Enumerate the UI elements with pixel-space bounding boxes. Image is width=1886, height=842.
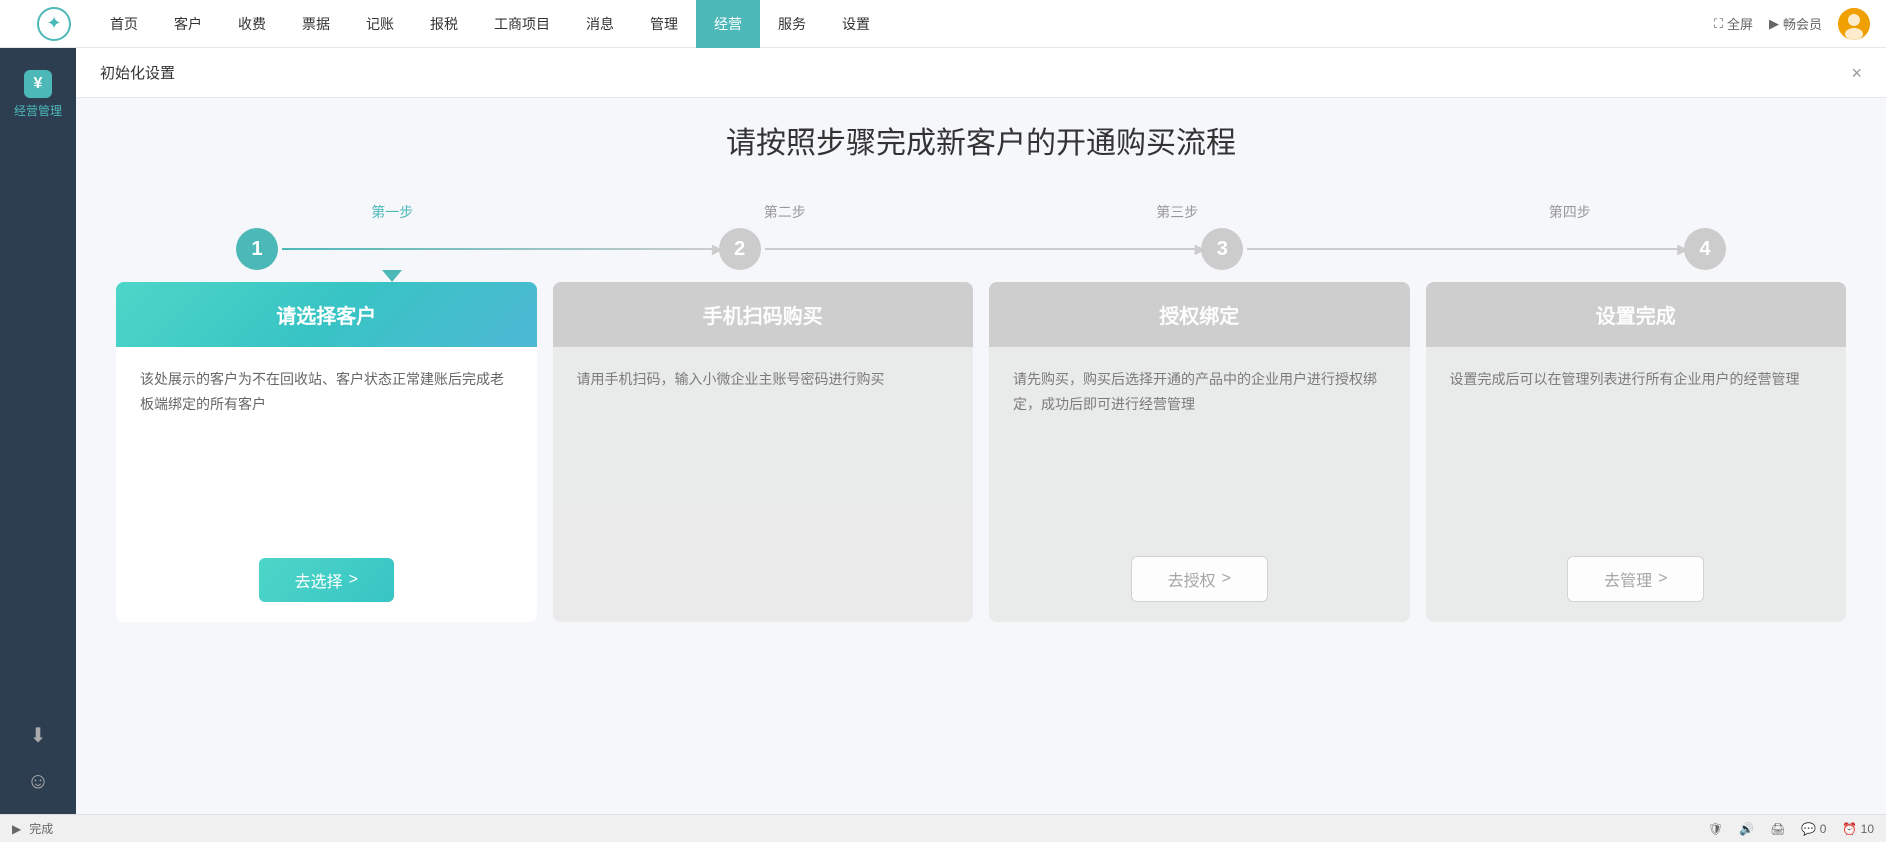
print-icon: 🖨 — [1770, 822, 1785, 836]
member-button[interactable]: ▶ 畅会员 — [1769, 14, 1822, 33]
sidebar-item-operation[interactable]: ¥ 经营管理 — [0, 58, 76, 131]
arrow-icon: > — [349, 571, 358, 589]
nav-item-fee[interactable]: 收费 — [220, 0, 284, 48]
member-label: 畅会员 — [1783, 14, 1822, 33]
nav-item-tax[interactable]: 报税 — [412, 0, 476, 48]
status-right: 🛡 🔊 🖨 💬 0 ⏰ 10 — [1708, 822, 1874, 836]
download-icon: ⬇ — [30, 723, 47, 748]
nav-item-client[interactable]: 客户 — [156, 0, 220, 48]
card1-header: 请选择客户 — [116, 282, 537, 347]
nav-item-manage[interactable]: 管理 — [632, 0, 696, 48]
step1-triangle — [382, 270, 402, 282]
card1-body: 该处展示的客户为不在回收站、客户状态正常建账后完成老板端绑定的所有客户 — [116, 347, 537, 538]
cards-row: 请选择客户 该处展示的客户为不在回收站、客户状态正常建账后完成老板端绑定的所有客… — [116, 282, 1846, 622]
fullscreen-label: 全屏 — [1727, 14, 1753, 33]
nav-item-account[interactable]: 记账 — [348, 0, 412, 48]
message-count: 💬 0 — [1801, 822, 1826, 836]
step3-circle: 3 — [1201, 228, 1243, 270]
sidebar-download-button[interactable]: ⬇ — [0, 713, 76, 758]
card3-header: 授权绑定 — [989, 282, 1410, 347]
nav-item-settings[interactable]: 设置 — [824, 0, 888, 48]
step2-circle: 2 — [719, 228, 761, 270]
step4-circle: 4 — [1684, 228, 1726, 270]
logo: ✦ — [16, 7, 92, 41]
nav-item-message[interactable]: 消息 — [568, 0, 632, 48]
sidebar-support-button[interactable]: ☺ — [0, 758, 76, 804]
main-heading: 请按照步骤完成新客户的开通购买流程 — [116, 118, 1846, 162]
step4-label: 第四步 — [1549, 204, 1591, 220]
nav-item-bill[interactable]: 票据 — [284, 0, 348, 48]
avatar[interactable] — [1838, 8, 1870, 40]
play-button[interactable]: ▶ — [12, 822, 21, 836]
sidebar: ¥ 经营管理 ⬇ ☺ — [0, 48, 76, 814]
status-text: 完成 — [29, 820, 53, 837]
goto-select-button[interactable]: 去选择 > — [259, 558, 394, 602]
nav-right: ⛶ 全屏 ▶ 畅会员 — [1714, 8, 1870, 40]
main-content: 初始化设置 × 请按照步骤完成新客户的开通购买流程 第一步 第二步 第三步 第四… — [76, 48, 1886, 814]
step1-circle: 1 — [236, 228, 278, 270]
card2-footer — [553, 582, 974, 622]
content-area: 请按照步骤完成新客户的开通购买流程 第一步 第二步 第三步 第四步 — [76, 98, 1886, 642]
logo-icon: ✦ — [37, 7, 71, 41]
volume-icon: 🔊 — [1739, 822, 1754, 836]
nav-item-service[interactable]: 服务 — [760, 0, 824, 48]
card2-body: 请用手机扫码，输入小微企业主账号密码进行购买 — [553, 347, 974, 582]
card4-footer: 去管理 > — [1426, 536, 1847, 622]
card-step1: 请选择客户 该处展示的客户为不在回收站、客户状态正常建账后完成老板端绑定的所有客… — [116, 282, 537, 622]
video-icon: ▶ — [1769, 16, 1779, 32]
time-display: ⏰ 10 — [1842, 822, 1874, 836]
shield-icon: 🛡 — [1708, 822, 1723, 836]
fullscreen-icon: ⛶ — [1714, 16, 1723, 32]
arrow-icon-3: > — [1222, 570, 1231, 588]
card-step4: 设置完成 设置完成后可以在管理列表进行所有企业用户的经营管理 去管理 > — [1426, 282, 1847, 622]
step1-label: 第一步 — [371, 204, 413, 220]
nav-items: 首页 客户 收费 票据 记账 报税 工商项目 消息 管理 经营 服务 设置 — [92, 0, 1714, 48]
goto-manage-button[interactable]: 去管理 > — [1567, 556, 1704, 602]
steps-area: 第一步 第二步 第三步 第四步 1 — [116, 192, 1846, 282]
card3-footer: 去授权 > — [989, 536, 1410, 622]
card4-header: 设置完成 — [1426, 282, 1847, 347]
nav-item-business[interactable]: 工商项目 — [476, 0, 568, 48]
close-button[interactable]: × — [1851, 64, 1862, 82]
sidebar-item-label: 经营管理 — [14, 102, 62, 119]
sidebar-icon-yen: ¥ — [24, 70, 52, 98]
card2-header: 手机扫码购买 — [553, 282, 974, 347]
nav-item-home[interactable]: 首页 — [92, 0, 156, 48]
card3-body: 请先购买，购买后选择开通的产品中的企业用户进行授权绑定，成功后即可进行经营管理 — [989, 347, 1410, 536]
card-step3: 授权绑定 请先购买，购买后选择开通的产品中的企业用户进行授权绑定，成功后即可进行… — [989, 282, 1410, 622]
card4-body: 设置完成后可以在管理列表进行所有企业用户的经营管理 — [1426, 347, 1847, 536]
arrow-icon-4: > — [1658, 570, 1667, 588]
card-step2: 手机扫码购买 请用手机扫码，输入小微企业主账号密码进行购买 — [553, 282, 974, 622]
page-title: 初始化设置 — [100, 62, 175, 83]
fullscreen-button[interactable]: ⛶ 全屏 — [1714, 14, 1753, 33]
nav-item-operation[interactable]: 经营 — [696, 0, 760, 48]
sidebar-bottom: ⬇ ☺ — [0, 713, 76, 814]
page-header: 初始化设置 × — [76, 48, 1886, 98]
step3-label: 第三步 — [1156, 204, 1198, 220]
top-nav: ✦ 首页 客户 收费 票据 记账 报税 工商项目 消息 管理 经营 服务 设置 … — [0, 0, 1886, 48]
step2-label: 第二步 — [764, 204, 806, 220]
goto-auth-button[interactable]: 去授权 > — [1131, 556, 1268, 602]
support-icon: ☺ — [27, 768, 49, 794]
card1-footer: 去选择 > — [116, 538, 537, 622]
avatar-image — [1838, 8, 1870, 40]
status-bar: ▶ 完成 🛡 🔊 🖨 💬 0 ⏰ 10 — [0, 814, 1886, 842]
